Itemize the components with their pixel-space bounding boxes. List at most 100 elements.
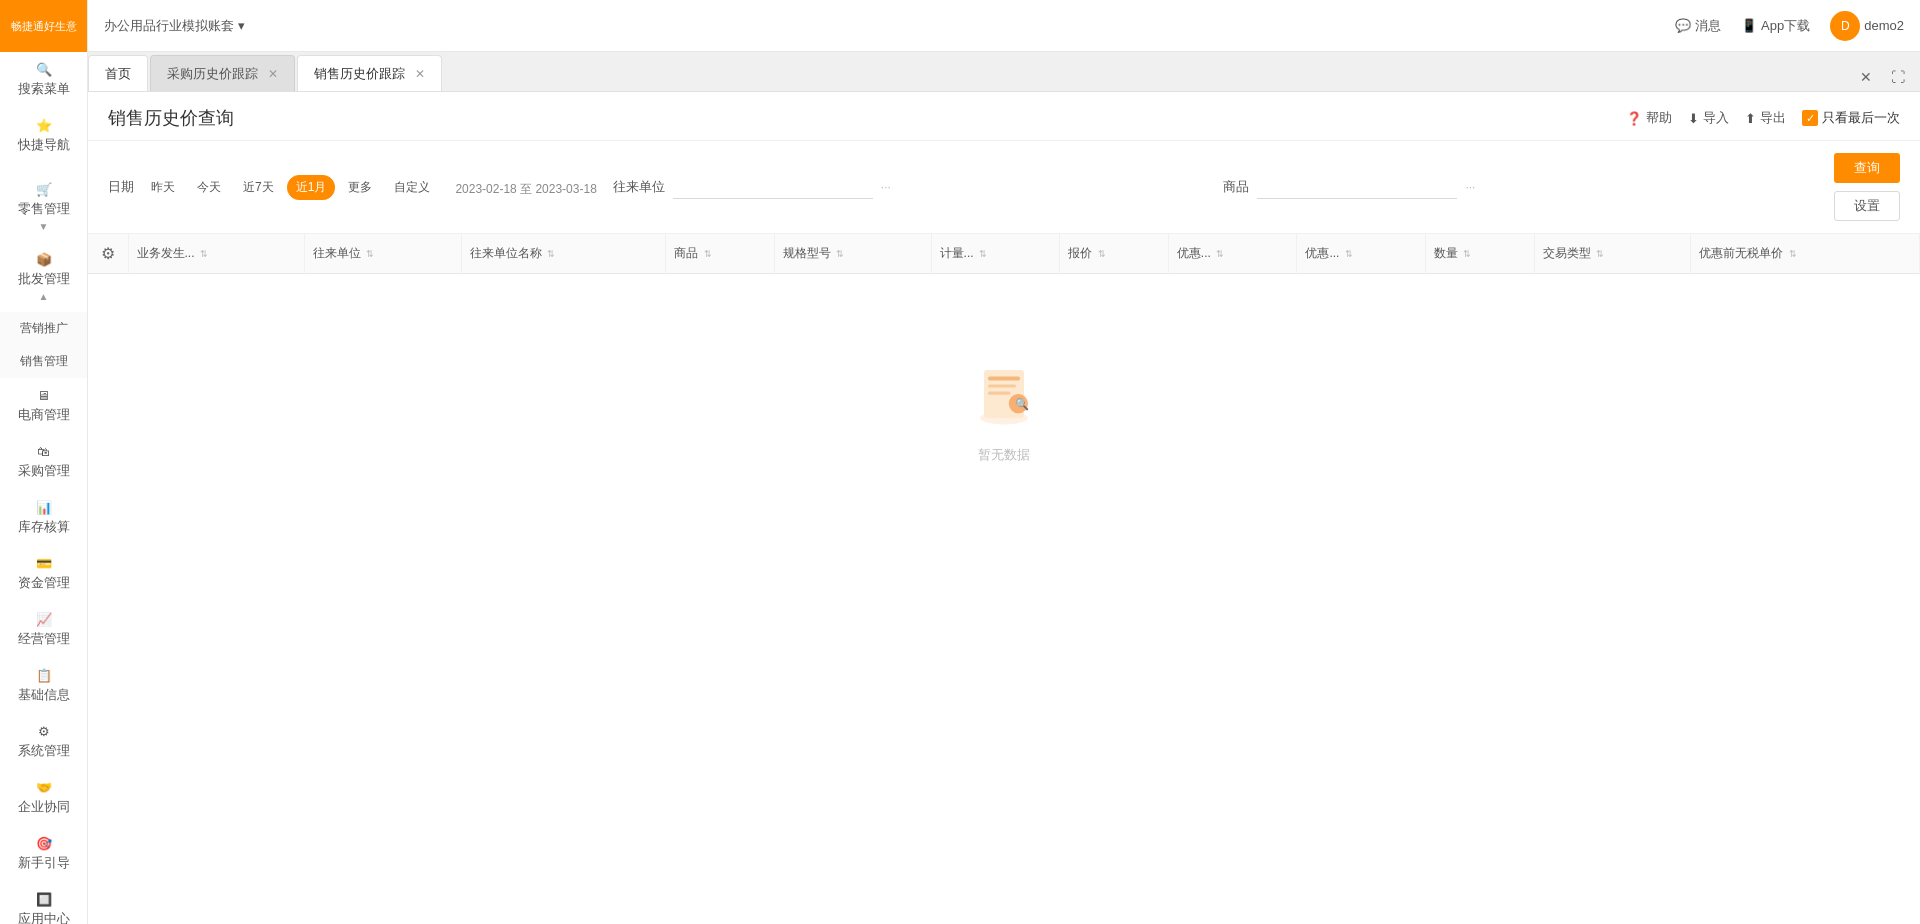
sidebar-item-inventory[interactable]: 📊 库存核算 — [0, 490, 88, 546]
expand-tab-btn[interactable]: ⛶ — [1884, 63, 1912, 91]
sidebar-item-label: 批发管理 — [18, 270, 70, 288]
enterprise-icon: 🤝 — [36, 780, 52, 795]
page-title-bar: 销售历史价查询 ❓ 帮助 ⬇ 导入 ⬆ 导出 ✓ 只 — [88, 92, 1920, 141]
import-action[interactable]: ⬇ 导入 — [1688, 109, 1729, 127]
th-pretax-price[interactable]: 优惠前无税单价 ⇅ — [1691, 234, 1920, 274]
only-last-time-check[interactable]: ✓ 只看最后一次 — [1802, 109, 1900, 127]
tab-sales-history[interactable]: 销售历史价跟踪 ✕ — [297, 55, 442, 91]
product-dots-btn[interactable]: ··· — [1465, 180, 1475, 194]
date-btn-1month[interactable]: 近1月 — [287, 175, 336, 200]
sidebar-item-label: 零售管理 — [18, 200, 70, 218]
sidebar-item-label: 快捷导航 — [18, 136, 70, 154]
search-menu-icon: 🔍 — [36, 62, 52, 77]
retail-icon: 🛒 — [36, 182, 52, 197]
th-discount2[interactable]: 优惠... ⇅ — [1297, 234, 1426, 274]
th-partner-code[interactable]: 往来单位 ⇅ — [305, 234, 462, 274]
empty-state: 🔍 暂无数据 — [88, 274, 1920, 544]
th-quote[interactable]: 报价 ⇅ — [1060, 234, 1169, 274]
help-action[interactable]: ❓ 帮助 — [1626, 109, 1672, 127]
quick-nav-icon: ⭐ — [36, 118, 52, 133]
th-biz-date[interactable]: 业务发生... ⇅ — [128, 234, 305, 274]
message-action[interactable]: 💬 消息 — [1675, 17, 1721, 35]
date-btn-yesterday[interactable]: 昨天 — [142, 175, 184, 200]
inventory-icon: 📊 — [36, 500, 52, 515]
sort-icon: ⇅ — [836, 249, 844, 259]
th-qty[interactable]: 数量 ⇅ — [1426, 234, 1535, 274]
export-icon: ⬆ — [1745, 111, 1756, 126]
avatar: D — [1830, 11, 1860, 41]
partner-filter-group: 往来单位 ··· — [613, 175, 1208, 199]
sidebar-item-retail-mgmt[interactable]: 🛒 零售管理 ▼ — [0, 172, 88, 242]
sidebar-item-quick-nav[interactable]: ⭐ 快捷导航 — [0, 108, 88, 164]
date-filter-group: 日期 昨天 今天 近7天 近1月 更多 自定义 — [108, 175, 439, 200]
sidebar-item-basic-info[interactable]: 📋 基础信息 — [0, 658, 88, 714]
sidebar-item-newcomer[interactable]: 🎯 新手引导 — [0, 826, 88, 882]
th-product[interactable]: 商品 ⇅ — [666, 234, 775, 274]
sort-icon: ⇅ — [1789, 249, 1797, 259]
sort-icon: ⇅ — [704, 249, 712, 259]
sidebar-item-finance-mgmt[interactable]: 💳 资金管理 — [0, 546, 88, 602]
partner-dots-btn[interactable]: ··· — [881, 180, 891, 194]
newcomer-icon: 🎯 — [36, 836, 52, 851]
sidebar-item-label: 新手引导 — [18, 854, 70, 872]
sidebar-item-sys-mgmt[interactable]: ⚙ 系统管理 — [0, 714, 88, 770]
sidebar-item-wholesale-mgmt[interactable]: 📦 批发管理 ▲ — [0, 242, 88, 312]
date-btn-custom[interactable]: 自定义 — [385, 175, 439, 200]
th-spec[interactable]: 规格型号 ⇅ — [774, 234, 931, 274]
sidebar-item-ops-mgmt[interactable]: 📈 经营管理 — [0, 602, 88, 658]
date-btn-today[interactable]: 今天 — [188, 175, 230, 200]
tab-home[interactable]: 首页 — [88, 55, 148, 91]
chevron-up-icon2: ▲ — [39, 291, 49, 302]
tab-purchase-history[interactable]: 采购历史价跟踪 ✕ — [150, 55, 295, 91]
close-tab-btn[interactable]: ✕ — [1852, 63, 1880, 91]
sidebar-item-ecom-mgmt[interactable]: 🖥 电商管理 — [0, 378, 88, 434]
th-partner-name[interactable]: 往来单位名称 ⇅ — [461, 234, 666, 274]
sidebar-item-search-menu[interactable]: 🔍 搜索菜单 — [0, 52, 88, 108]
user-action[interactable]: D demo2 — [1830, 11, 1904, 41]
sidebar-item-purchase-mgmt[interactable]: 🛍 采购管理 — [0, 434, 88, 490]
date-btn-last7[interactable]: 近7天 — [234, 175, 283, 200]
sidebar-item-app-center[interactable]: 🔲 应用中心 — [0, 882, 88, 924]
export-action[interactable]: ⬆ 导出 — [1745, 109, 1786, 127]
app-download-icon: 📱 — [1741, 18, 1757, 33]
sidebar-sub-sales-mgmt[interactable]: 销售管理 — [0, 345, 88, 378]
product-filter-input[interactable] — [1257, 175, 1457, 199]
empty-state-icon: 🔍 — [964, 354, 1044, 434]
sys-icon: ⚙ — [38, 724, 50, 739]
product-filter-label: 商品 — [1223, 178, 1249, 196]
app-download-action[interactable]: 📱 App下载 — [1741, 17, 1810, 35]
app-center-icon: 🔲 — [36, 892, 52, 907]
tab-close-purchase[interactable]: ✕ — [268, 67, 278, 81]
sort-icon: ⇅ — [1216, 249, 1224, 259]
tab-close-sales[interactable]: ✕ — [415, 67, 425, 81]
sort-icon: ⇅ — [366, 249, 374, 259]
partner-filter-input[interactable] — [673, 175, 873, 199]
query-button[interactable]: 查询 — [1834, 153, 1900, 183]
sidebar-item-enterprise[interactable]: 🤝 企业协同 — [0, 770, 88, 826]
user-label: demo2 — [1864, 18, 1904, 33]
export-label: 导出 — [1760, 109, 1786, 127]
empty-text: 暂无数据 — [978, 446, 1030, 464]
sidebar-item-label: 资金管理 — [18, 574, 70, 592]
page-content: 销售历史价查询 ❓ 帮助 ⬇ 导入 ⬆ 导出 ✓ 只 — [88, 92, 1920, 924]
th-discount1[interactable]: 优惠... ⇅ — [1168, 234, 1297, 274]
query-btn-group: 查询 设置 — [1834, 153, 1900, 221]
th-unit[interactable]: 计量... ⇅ — [931, 234, 1060, 274]
chevron-down-icon: ▾ — [238, 18, 245, 33]
industry-selector[interactable]: 办公用品行业模拟账套 ▾ — [104, 17, 245, 35]
sidebar: 畅捷通好生意 🔍 搜索菜单 ⭐ 快捷导航 🛒 零售管理 ▼ 📦 批发管理 ▲ 营… — [0, 0, 88, 924]
th-gear: ⚙ — [88, 234, 128, 274]
date-btn-more[interactable]: 更多 — [339, 175, 381, 200]
sort-icon: ⇅ — [200, 249, 208, 259]
sidebar-sub-marketing[interactable]: 营销推广 — [0, 312, 88, 345]
svg-text:🔍: 🔍 — [1015, 397, 1029, 411]
sidebar-item-label: 采购管理 — [18, 462, 70, 480]
industry-name: 办公用品行业模拟账套 — [104, 17, 234, 35]
date-filter-label: 日期 — [108, 178, 134, 196]
tab-actions: ✕ ⛶ — [1852, 63, 1920, 91]
settings-button[interactable]: 设置 — [1834, 191, 1900, 221]
date-options: 昨天 今天 近7天 近1月 更多 自定义 — [142, 175, 439, 200]
gear-icon[interactable]: ⚙ — [101, 245, 115, 262]
th-trade-type[interactable]: 交易类型 ⇅ — [1534, 234, 1691, 274]
sidebar-item-label: 电商管理 — [18, 406, 70, 424]
